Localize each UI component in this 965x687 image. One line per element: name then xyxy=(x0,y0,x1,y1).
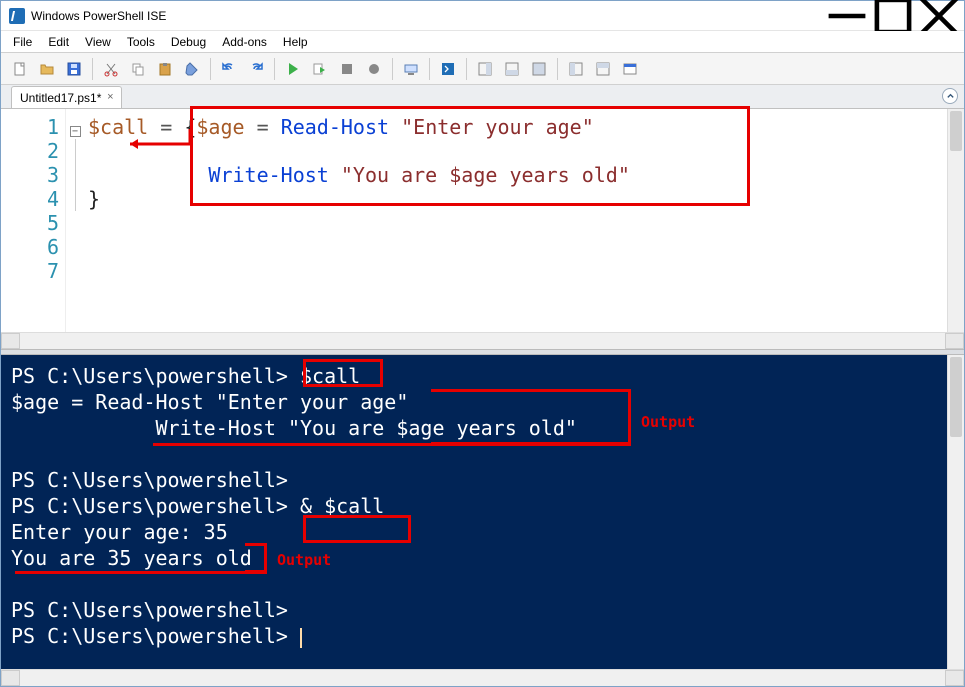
editor-horizontal-scrollbar[interactable] xyxy=(1,332,964,349)
console-command: & $call xyxy=(300,494,384,518)
console[interactable]: PS C:\Users\powershell> $call $age = Rea… xyxy=(1,355,947,669)
powershell-button[interactable] xyxy=(435,56,461,82)
close-button[interactable] xyxy=(916,1,962,31)
code-token: } xyxy=(88,187,100,211)
editor-vertical-scrollbar[interactable] xyxy=(947,109,964,332)
code-token: "Enter your age" xyxy=(401,115,594,139)
code-token: $call xyxy=(88,115,148,139)
menu-edit[interactable]: Edit xyxy=(40,33,77,51)
script-pane-button[interactable] xyxy=(590,56,616,82)
fold-line xyxy=(75,139,76,211)
stop-button[interactable] xyxy=(334,56,360,82)
new-button[interactable] xyxy=(7,56,33,82)
line-number: 2 xyxy=(1,139,59,163)
layout-full-button[interactable] xyxy=(526,56,552,82)
menu-debug[interactable]: Debug xyxy=(163,33,214,51)
paste-button[interactable] xyxy=(152,56,178,82)
code-token xyxy=(329,163,341,187)
console-output: You are 35 years old xyxy=(11,546,252,570)
menu-bar: File Edit View Tools Debug Add-ons Help xyxy=(1,31,964,53)
code-token: Read-Host xyxy=(281,115,389,139)
titlebar: Windows PowerShell ISE xyxy=(1,1,964,31)
layout-bottom-button[interactable] xyxy=(499,56,525,82)
menu-tools[interactable]: Tools xyxy=(119,33,163,51)
line-number: 4 xyxy=(1,187,59,211)
code-token: "You are $age years old" xyxy=(341,163,630,187)
remote-button[interactable] xyxy=(398,56,424,82)
undo-button[interactable] xyxy=(216,56,242,82)
line-number: 3 xyxy=(1,163,59,187)
code-token: { xyxy=(184,115,196,139)
code-area[interactable]: $call = {$age = Read-Host "Enter your ag… xyxy=(84,109,630,332)
console-output xyxy=(11,416,156,440)
line-number: 1 xyxy=(1,115,59,139)
command-addons-button[interactable] xyxy=(563,56,589,82)
toolbar xyxy=(1,53,964,85)
console-horizontal-scrollbar[interactable] xyxy=(1,669,964,686)
minimize-button[interactable] xyxy=(824,1,870,31)
clear-button[interactable] xyxy=(179,56,205,82)
open-button[interactable] xyxy=(34,56,60,82)
prompt: PS C:\Users\powershell> xyxy=(11,598,288,622)
code-token: = xyxy=(245,115,281,139)
cut-button[interactable] xyxy=(98,56,124,82)
maximize-button[interactable] xyxy=(870,1,916,31)
console-output: $age = Read-Host "Enter your age" xyxy=(11,390,408,414)
line-number-gutter: 1 2 3 4 5 6 7 xyxy=(1,109,66,332)
prompt: PS C:\Users\powershell> xyxy=(11,494,300,518)
menu-help[interactable]: Help xyxy=(275,33,316,51)
options-button[interactable] xyxy=(617,56,643,82)
code-token xyxy=(88,163,208,187)
console-output: Write-Host "You are $age years old" xyxy=(156,416,577,440)
menu-addons[interactable]: Add-ons xyxy=(214,33,275,51)
prompt: PS C:\Users\powershell> xyxy=(11,624,300,648)
breakpoint-button[interactable] xyxy=(361,56,387,82)
code-token: = xyxy=(148,115,184,139)
code-token: $age xyxy=(196,115,244,139)
console-vertical-scrollbar[interactable] xyxy=(947,355,964,669)
run-button[interactable] xyxy=(280,56,306,82)
code-editor[interactable]: 1 2 3 4 5 6 7 − $call = {$age = Read-Hos… xyxy=(1,109,964,332)
tab-strip: Untitled17.ps1* × xyxy=(1,85,964,109)
window-title: Windows PowerShell ISE xyxy=(31,9,166,23)
fold-toggle-icon[interactable]: − xyxy=(70,126,81,137)
line-number: 5 xyxy=(1,211,59,235)
copy-button[interactable] xyxy=(125,56,151,82)
save-button[interactable] xyxy=(61,56,87,82)
layout-right-button[interactable] xyxy=(472,56,498,82)
code-token xyxy=(389,115,401,139)
prompt: PS C:\Users\powershell> xyxy=(11,468,288,492)
tab-untitled[interactable]: Untitled17.ps1* × xyxy=(11,86,122,108)
console-command: $call xyxy=(300,364,360,388)
line-number: 7 xyxy=(1,259,59,283)
collapse-script-pane-button[interactable] xyxy=(942,88,958,104)
run-selection-button[interactable] xyxy=(307,56,333,82)
script-pane: 1 2 3 4 5 6 7 − $call = {$age = Read-Hos… xyxy=(1,109,964,349)
prompt: PS C:\Users\powershell> xyxy=(11,364,300,388)
fold-gutter: − xyxy=(66,109,84,332)
cursor xyxy=(300,628,302,648)
code-token: Write-Host xyxy=(208,163,328,187)
console-output: Enter your age: 35 xyxy=(11,520,228,544)
app-icon xyxy=(9,8,25,24)
console-pane: PS C:\Users\powershell> $call $age = Rea… xyxy=(1,355,964,686)
line-number: 6 xyxy=(1,235,59,259)
tab-label: Untitled17.ps1* xyxy=(20,91,101,105)
tab-close-icon[interactable]: × xyxy=(103,90,117,104)
menu-view[interactable]: View xyxy=(77,33,119,51)
redo-button[interactable] xyxy=(243,56,269,82)
menu-file[interactable]: File xyxy=(5,33,40,51)
